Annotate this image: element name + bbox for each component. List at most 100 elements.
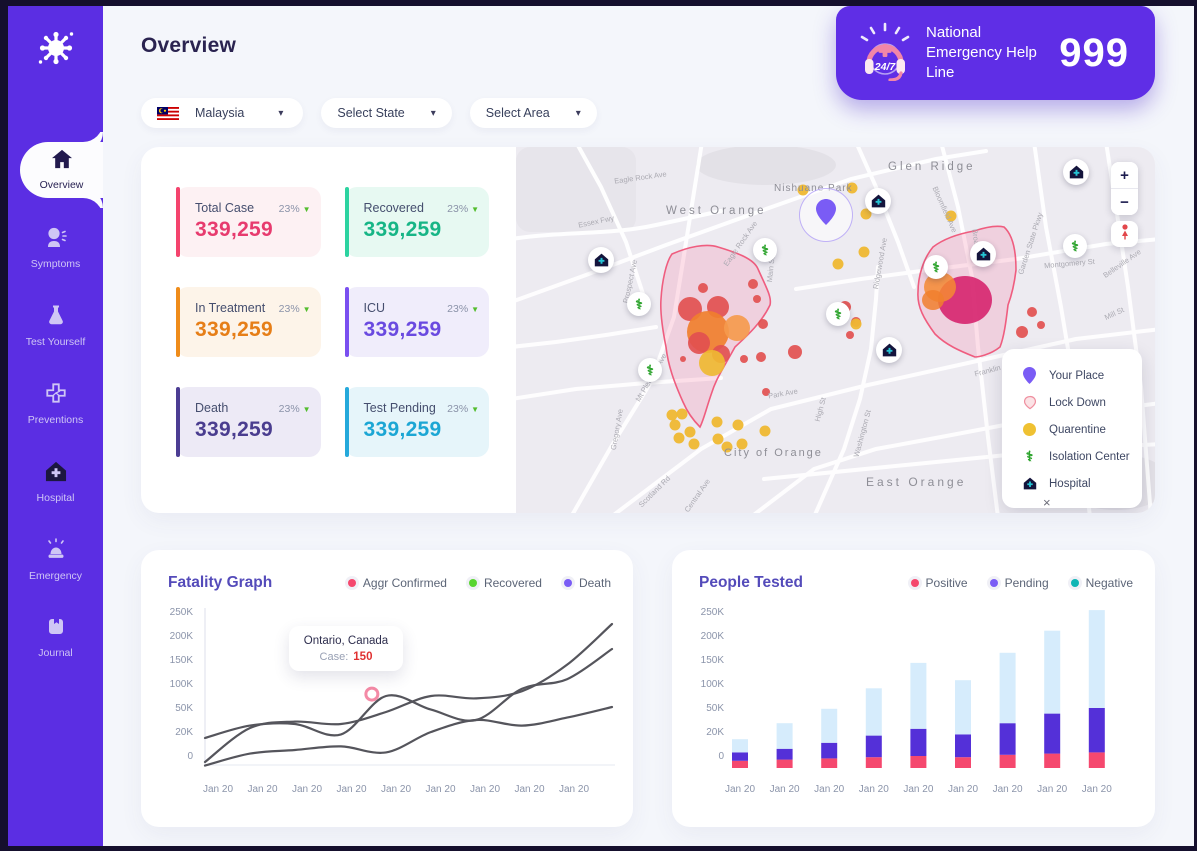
sidebar-item-symptoms[interactable]: Symptoms — [8, 220, 103, 276]
legend-recovered: Recovered — [468, 576, 542, 590]
legend-item-quarantine: Quarentine — [1021, 416, 1142, 443]
virus-logo-icon — [34, 26, 78, 70]
topbar: Overview 24/7 National Emergency Help Li… — [103, 6, 1194, 100]
bar-segment-positive — [776, 759, 793, 768]
home-icon — [51, 149, 73, 174]
x-axis-tick: Jan 20 — [559, 784, 589, 795]
sidebar-item-overview[interactable]: Overview — [20, 142, 103, 198]
hospital-marker — [970, 241, 996, 267]
sidebar-nav: Overview Symptoms Test Yourself Preventi… — [8, 142, 103, 688]
bar-segment-negative — [732, 739, 748, 753]
bar-segment-pending — [1044, 713, 1061, 754]
country-select[interactable]: Malaysia ▾ — [141, 98, 304, 128]
y-axis-tick: 20K — [706, 727, 724, 738]
x-axis-tick: Jan 20 — [859, 784, 889, 795]
bar-segment-pending — [776, 748, 793, 760]
banner-title: National Emergency Help Line — [926, 23, 1037, 82]
zoom-out-button[interactable]: − — [1111, 189, 1138, 215]
legend-pending: Pending — [989, 576, 1049, 590]
x-axis-tick: Jan 20 — [903, 784, 933, 795]
fatality-legend: Aggr Confirmed Recovered Death — [347, 576, 611, 590]
bar-segment-positive — [865, 757, 882, 768]
stat-card-in-treatment: In Treatment 23% ▼ 339,259 — [176, 287, 321, 357]
trend-down-icon: ▼ — [302, 205, 311, 214]
sidebar-item-preventions[interactable]: Preventions — [8, 376, 103, 432]
stat-value: 339,259 — [363, 218, 442, 241]
stat-label: Total Case — [195, 201, 255, 215]
y-axis-tick: 100K — [170, 679, 194, 690]
isolation-center-marker: ⚕ — [638, 358, 662, 382]
sidebar: Overview Symptoms Test Yourself Preventi… — [8, 6, 103, 846]
y-axis-tick: 0 — [718, 751, 724, 762]
y-axis-tick: 100K — [701, 679, 725, 690]
stat-card-icu: ICU 23% ▼ 339,259 — [344, 287, 489, 357]
accent-bar — [176, 187, 180, 257]
street-view-button[interactable] — [1111, 221, 1138, 247]
trend-down-icon: ▼ — [471, 205, 479, 214]
y-axis-tick: 20K — [175, 727, 193, 738]
state-select[interactable]: Select State ▾ — [321, 98, 452, 128]
stat-change-dropdown[interactable]: 23% ▼ — [279, 403, 311, 415]
stat-label: Death — [195, 401, 229, 415]
sidebar-item-label: Preventions — [27, 414, 84, 426]
stat-change-dropdown[interactable]: 23% ▼ — [447, 203, 479, 215]
y-axis-tick: 50K — [175, 703, 193, 714]
stat-change-dropdown[interactable]: 23% ▼ — [279, 303, 311, 315]
accent-bar — [344, 387, 349, 457]
cough-icon — [44, 226, 68, 253]
legend-item-your-place: Your Place — [1021, 362, 1142, 389]
x-axis-tick: Jan 20 — [1082, 784, 1112, 795]
x-axis-tick: Jan 20 — [514, 784, 544, 795]
stat-label: Test Pending — [363, 401, 436, 415]
trend-down-icon: ▼ — [471, 305, 479, 314]
page-title: Overview — [141, 34, 236, 57]
hospital-marker — [1063, 159, 1089, 185]
stat-change-dropdown[interactable]: 23% ▼ — [279, 203, 311, 215]
isolation-center-marker: ⚕ — [1063, 234, 1087, 258]
legend-death: Death — [563, 576, 611, 590]
area-select-value: Select Area — [485, 106, 550, 120]
hover-point-marker — [364, 686, 380, 702]
charts-row: Fatality Graph Aggr Confirmed Recovered … — [141, 550, 1155, 827]
stat-card-death: Death 23% ▼ 339,259 — [176, 387, 321, 457]
stat-change-dropdown[interactable]: 23% ▼ — [447, 403, 479, 415]
stat-label: In Treatment — [195, 301, 266, 315]
sidebar-item-emergency[interactable]: Emergency — [8, 532, 103, 588]
y-axis-tick: 250K — [170, 607, 194, 618]
emergency-number: 999 — [1059, 30, 1129, 75]
close-icon[interactable]: × — [1043, 495, 1051, 510]
isolation-center-marker: ⚕ — [826, 302, 850, 326]
flask-icon — [46, 304, 66, 331]
medical-cross-icon — [45, 382, 67, 409]
overview-panel: Total Case 23% ▼ 339,259 Recovered 23% ▼… — [141, 147, 1155, 513]
main-content: Overview 24/7 National Emergency Help Li… — [103, 6, 1194, 846]
sidebar-item-label: Overview — [39, 179, 84, 191]
bar-segment-positive — [1088, 752, 1105, 768]
tooltip-value: 150 — [353, 651, 373, 663]
map[interactable]: Glen Ridge West Orange Nishuane Park East O… — [516, 147, 1155, 513]
sidebar-item-test-yourself[interactable]: Test Yourself — [8, 298, 103, 354]
legend-label: Quarentine — [1049, 423, 1106, 436]
stat-card-recovered: Recovered 23% ▼ 339,259 — [344, 187, 489, 257]
stat-label: Recovered — [363, 201, 424, 215]
stat-change-dropdown[interactable]: 23% ▼ — [447, 303, 479, 315]
x-axis-tick: Jan 20 — [247, 784, 277, 795]
x-axis-tick: Jan 20 — [814, 784, 844, 795]
map-zoom-controls: + − — [1111, 162, 1138, 215]
isolation-center-marker: ⚕ — [753, 238, 777, 262]
sidebar-item-journal[interactable]: Journal — [8, 610, 103, 666]
stat-value: 339,259 — [195, 318, 274, 341]
legend-dot — [910, 579, 919, 587]
sidebar-item-hospital[interactable]: Hospital — [8, 454, 103, 510]
area-select[interactable]: Select Area ▾ — [469, 98, 597, 128]
stat-value: 339,259 — [363, 418, 442, 441]
bar-segment-negative — [1088, 610, 1105, 708]
zoom-in-button[interactable]: + — [1111, 162, 1138, 188]
bar-segment-positive — [999, 754, 1016, 768]
emergency-banner: 24/7 National Emergency Help Line 999 — [836, 6, 1155, 100]
bar-segment-positive — [821, 758, 838, 768]
bar-segment-pending — [999, 723, 1016, 755]
isolation-center-marker: ⚕ — [627, 292, 651, 316]
stat-value: 339,259 — [363, 318, 442, 341]
purple-pin-icon — [1021, 367, 1038, 384]
